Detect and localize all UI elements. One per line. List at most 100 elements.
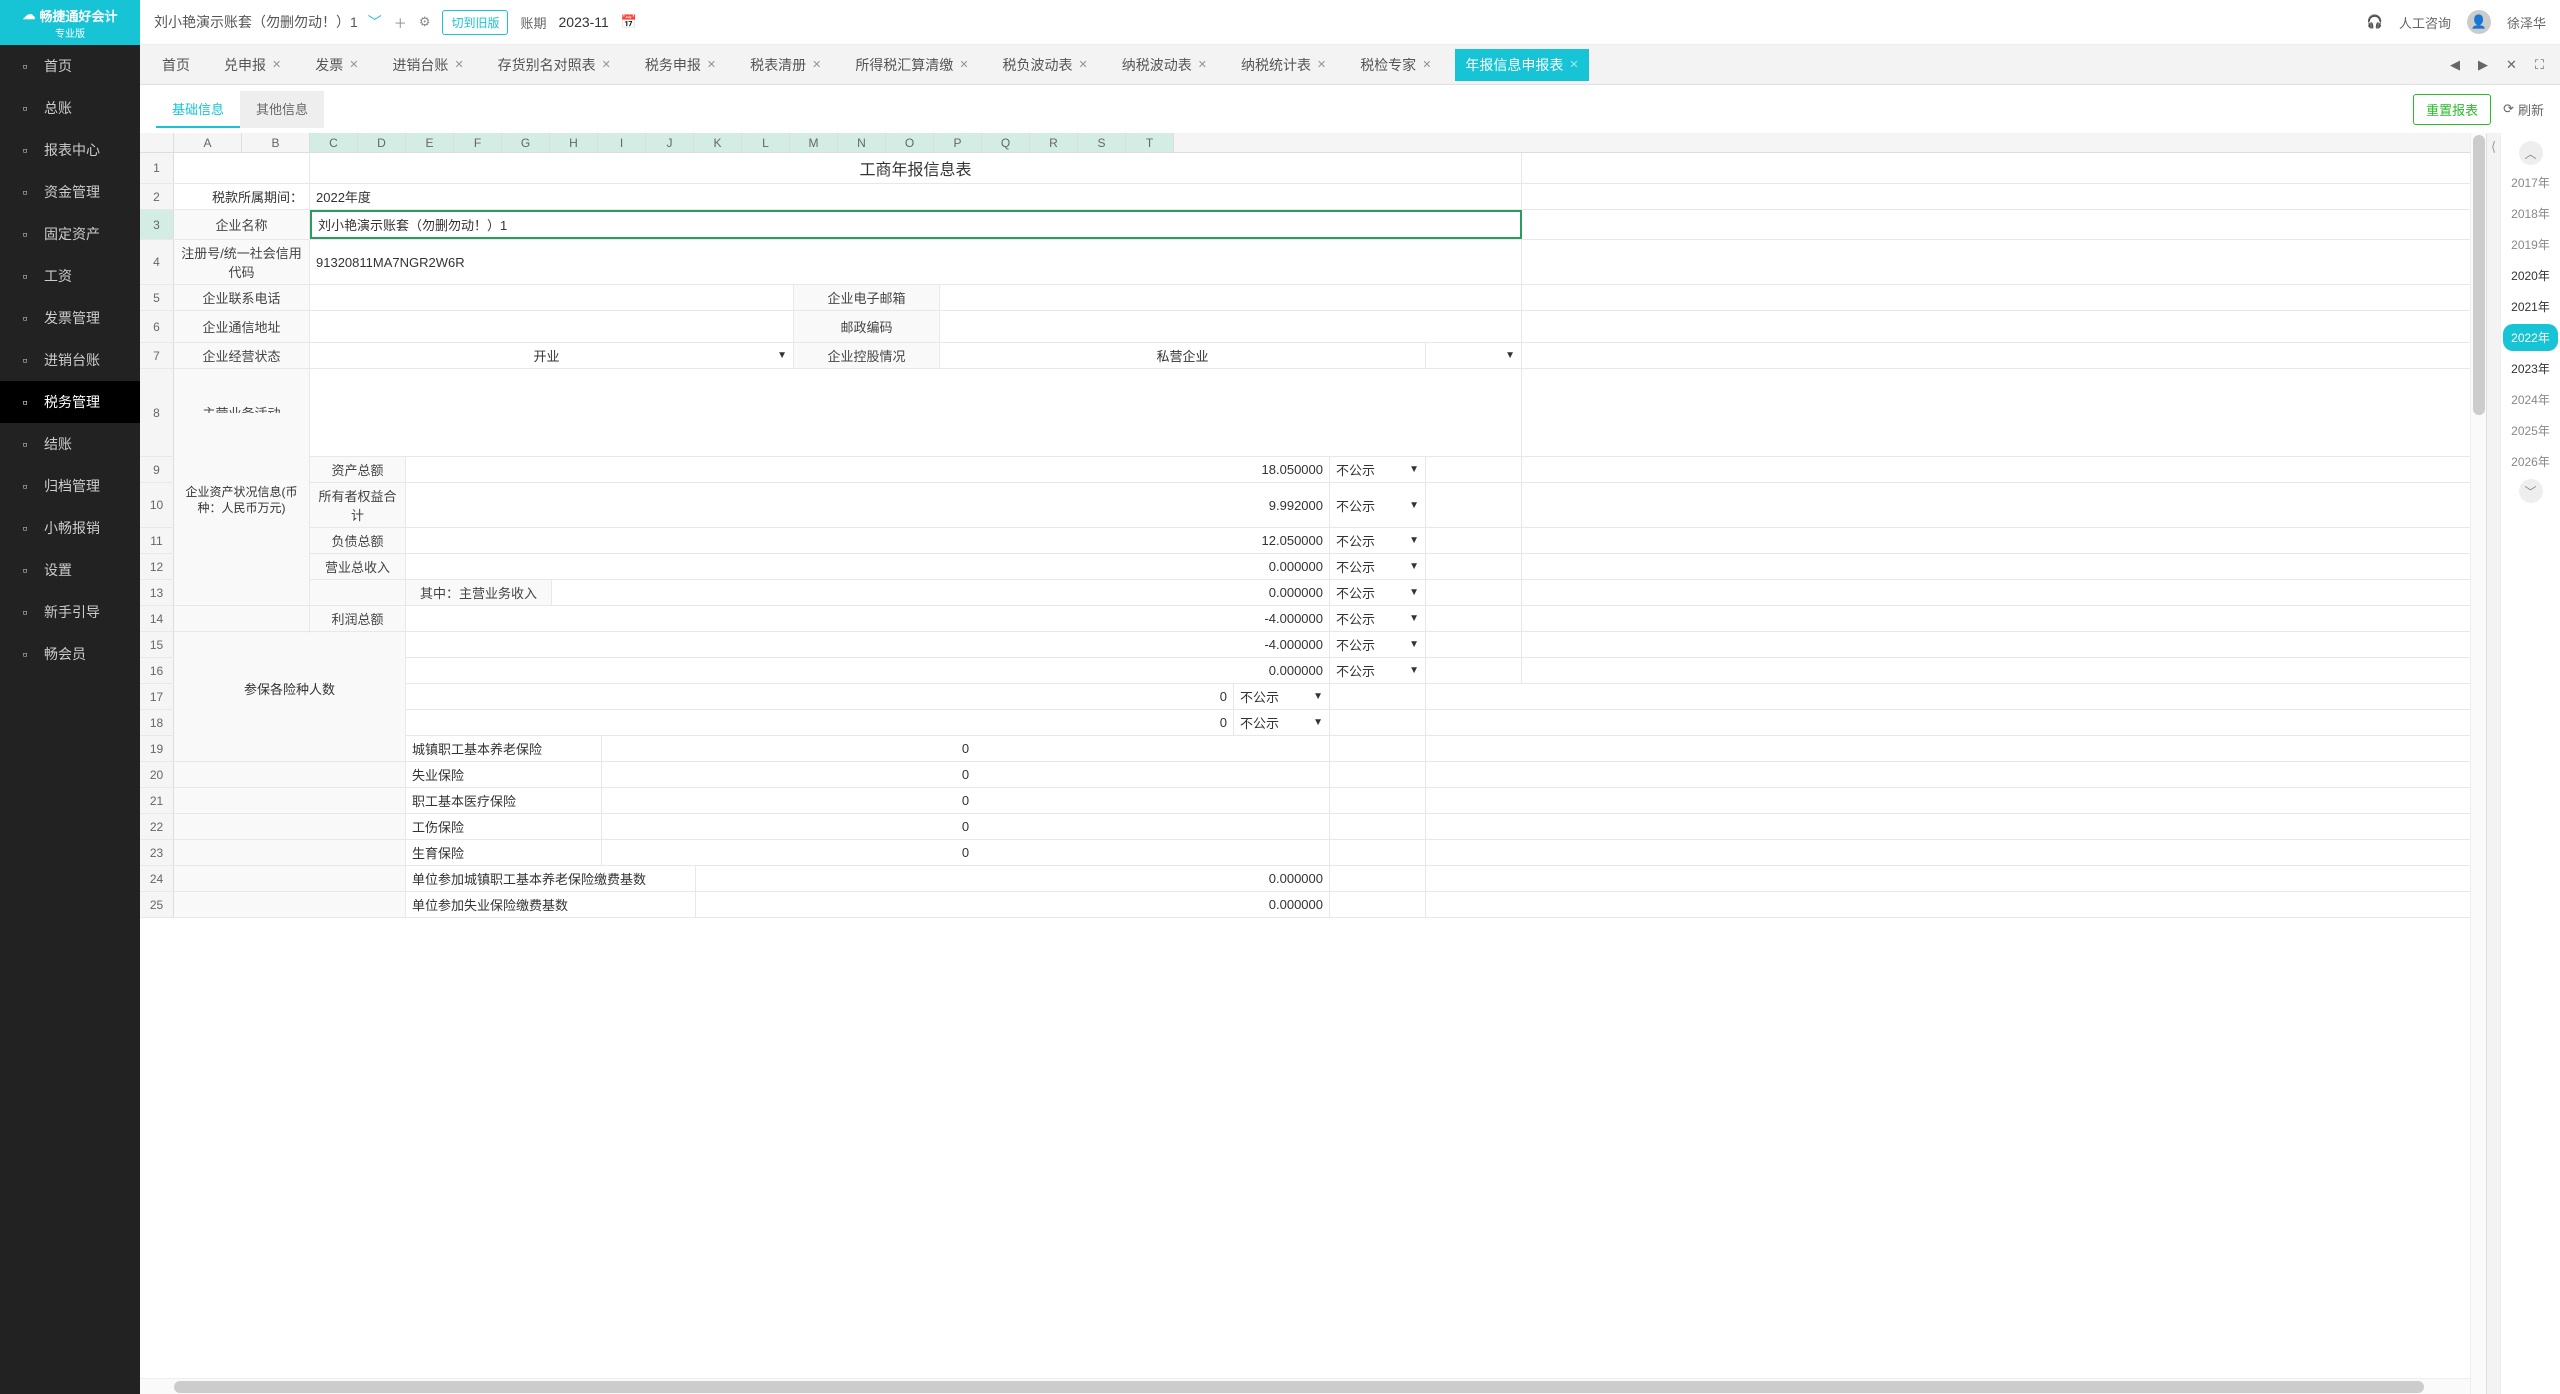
tab-close-icon[interactable]: ✕ (1317, 58, 1326, 71)
row-header[interactable]: 23 (140, 840, 174, 865)
publish-dropdown[interactable]: 不公示▼ (1330, 483, 1426, 527)
year-option[interactable]: 2024年 (2503, 386, 2558, 413)
year-option[interactable]: 2020年 (2503, 262, 2558, 289)
year-option[interactable]: 2017年 (2503, 169, 2558, 196)
select-all-corner[interactable] (140, 133, 174, 152)
switch-old-version-button[interactable]: 切到旧版 (442, 10, 508, 35)
publish-dropdown[interactable]: 不公示▼ (1330, 632, 1426, 657)
nav-inventory[interactable]: ▫进销台账 (0, 339, 140, 381)
col-header[interactable]: T (1126, 133, 1174, 152)
row-header[interactable]: 19 (140, 736, 174, 761)
tab-item[interactable]: 纳税统计表✕ (1231, 49, 1336, 81)
nav-ledger[interactable]: ▫总账 (0, 87, 140, 129)
tab-close-icon[interactable]: ✕ (602, 58, 611, 71)
col-header[interactable]: S (1078, 133, 1126, 152)
support-link[interactable]: 人工咨询 (2399, 13, 2451, 32)
postcode-value[interactable] (940, 311, 1522, 342)
year-option[interactable]: 2022年 (2503, 324, 2558, 351)
col-header[interactable]: R (1030, 133, 1078, 152)
tab-close-icon[interactable]: ✕ (454, 58, 463, 71)
row-header[interactable]: 7 (140, 343, 174, 368)
col-header[interactable]: H (550, 133, 598, 152)
row-header[interactable]: 14 (140, 606, 174, 631)
nav-archive[interactable]: ▫归档管理 (0, 465, 140, 507)
reset-report-button[interactable]: 重置报表 (2413, 94, 2491, 125)
row-header[interactable]: 16 (140, 658, 174, 683)
collapse-rail-toggle[interactable]: ⟨ (2486, 133, 2500, 1394)
tab-item[interactable]: 纳税波动表✕ (1112, 49, 1217, 81)
col-header[interactable]: J (646, 133, 694, 152)
tab-item[interactable]: 税负波动表✕ (993, 49, 1098, 81)
row-header[interactable]: 11 (140, 528, 174, 553)
tab-item[interactable]: 存货别名对照表✕ (488, 49, 621, 81)
tab-item[interactable]: 税检专家✕ (1350, 49, 1441, 81)
year-up-icon[interactable]: ︿ (2519, 141, 2543, 165)
subtab-basic-info[interactable]: 基础信息 (156, 91, 240, 128)
tab-next-icon[interactable]: ▶ (2474, 53, 2492, 77)
tab-item[interactable]: 所得税汇算清缴✕ (845, 49, 978, 81)
tab-close-icon[interactable]: ✕ (1079, 58, 1088, 71)
gear-icon[interactable]: ⚙ (419, 14, 431, 30)
sheet-body[interactable]: 1工商年报信息表2税款所属期间：2022年度3企业名称刘小艳演示账套（勿删勿动！… (140, 153, 2470, 1378)
row-header[interactable]: 2 (140, 184, 174, 209)
col-header[interactable]: D (358, 133, 406, 152)
col-header[interactable]: P (934, 133, 982, 152)
nav-home[interactable]: ▫首页 (0, 45, 140, 87)
tab-close-all-icon[interactable]: ✕ (2502, 53, 2521, 77)
tab-close-icon[interactable]: ✕ (707, 58, 716, 71)
row-header[interactable]: 20 (140, 762, 174, 787)
col-header[interactable]: B (242, 133, 310, 152)
refresh-button[interactable]: ⟳ 刷新 (2503, 100, 2544, 119)
nav-invoice[interactable]: ▫发票管理 (0, 297, 140, 339)
row-header[interactable]: 10 (140, 483, 174, 527)
row-header[interactable]: 18 (140, 710, 174, 735)
tab-item[interactable]: 年报信息申报表✕ (1455, 49, 1588, 81)
year-option[interactable]: 2018年 (2503, 200, 2558, 227)
calendar-icon[interactable]: 📅 (621, 14, 637, 30)
row-header[interactable]: 9 (140, 457, 174, 482)
col-header[interactable]: F (454, 133, 502, 152)
nav-chart[interactable]: ▫报表中心 (0, 129, 140, 171)
col-header[interactable]: L (742, 133, 790, 152)
row-header[interactable]: 17 (140, 684, 174, 709)
account-selector[interactable]: 刘小艳演示账套（勿删勿动！）1 ﹀ (154, 12, 382, 32)
year-option[interactable]: 2023年 (2503, 355, 2558, 382)
tab-close-icon[interactable]: ✕ (1198, 58, 1207, 71)
user-avatar[interactable]: 👤 (2467, 10, 2491, 34)
nav-tax[interactable]: ▫税务管理 (0, 381, 140, 423)
publish-dropdown[interactable]: 不公示▼ (1234, 684, 1330, 709)
row-header[interactable]: 5 (140, 285, 174, 310)
row-header[interactable]: 4 (140, 240, 174, 284)
email-value[interactable] (940, 285, 1522, 310)
tab-item[interactable]: 发票✕ (305, 49, 368, 81)
holding-dropdown[interactable]: ▼ (1426, 343, 1522, 368)
col-header[interactable]: N (838, 133, 886, 152)
year-option[interactable]: 2019年 (2503, 231, 2558, 258)
tab-close-icon[interactable]: ✕ (1422, 58, 1431, 71)
tab-prev-icon[interactable]: ◀ (2446, 53, 2464, 77)
phone-value[interactable] (310, 285, 794, 310)
col-header[interactable]: K (694, 133, 742, 152)
year-option[interactable]: 2026年 (2503, 448, 2558, 475)
col-header[interactable]: E (406, 133, 454, 152)
row-header[interactable]: 12 (140, 554, 174, 579)
col-header[interactable]: Q (982, 133, 1030, 152)
publish-dropdown[interactable]: 不公示▼ (1330, 457, 1426, 482)
tab-close-icon[interactable]: ✕ (812, 58, 821, 71)
row-header[interactable]: 1 (140, 153, 174, 183)
nav-settings[interactable]: ▫设置 (0, 549, 140, 591)
row-header[interactable]: 13 (140, 580, 174, 605)
company-value[interactable]: 刘小艳演示账套（勿删勿动！）1 (310, 210, 1522, 239)
col-header[interactable]: O (886, 133, 934, 152)
publish-dropdown[interactable]: 不公示▼ (1330, 528, 1426, 553)
row-header[interactable]: 21 (140, 788, 174, 813)
tab-close-icon[interactable]: ✕ (349, 58, 358, 71)
tab-close-icon[interactable]: ✕ (1569, 58, 1578, 71)
nav-salary[interactable]: ▫工资 (0, 255, 140, 297)
status-dropdown[interactable]: 开业▼ (310, 343, 794, 368)
nav-reimburse[interactable]: ▫小畅报销 (0, 507, 140, 549)
tab-close-icon[interactable]: ✕ (959, 58, 968, 71)
nav-asset[interactable]: ▫固定资产 (0, 213, 140, 255)
tab-close-icon[interactable]: ✕ (272, 58, 281, 71)
row-header[interactable]: 24 (140, 866, 174, 891)
